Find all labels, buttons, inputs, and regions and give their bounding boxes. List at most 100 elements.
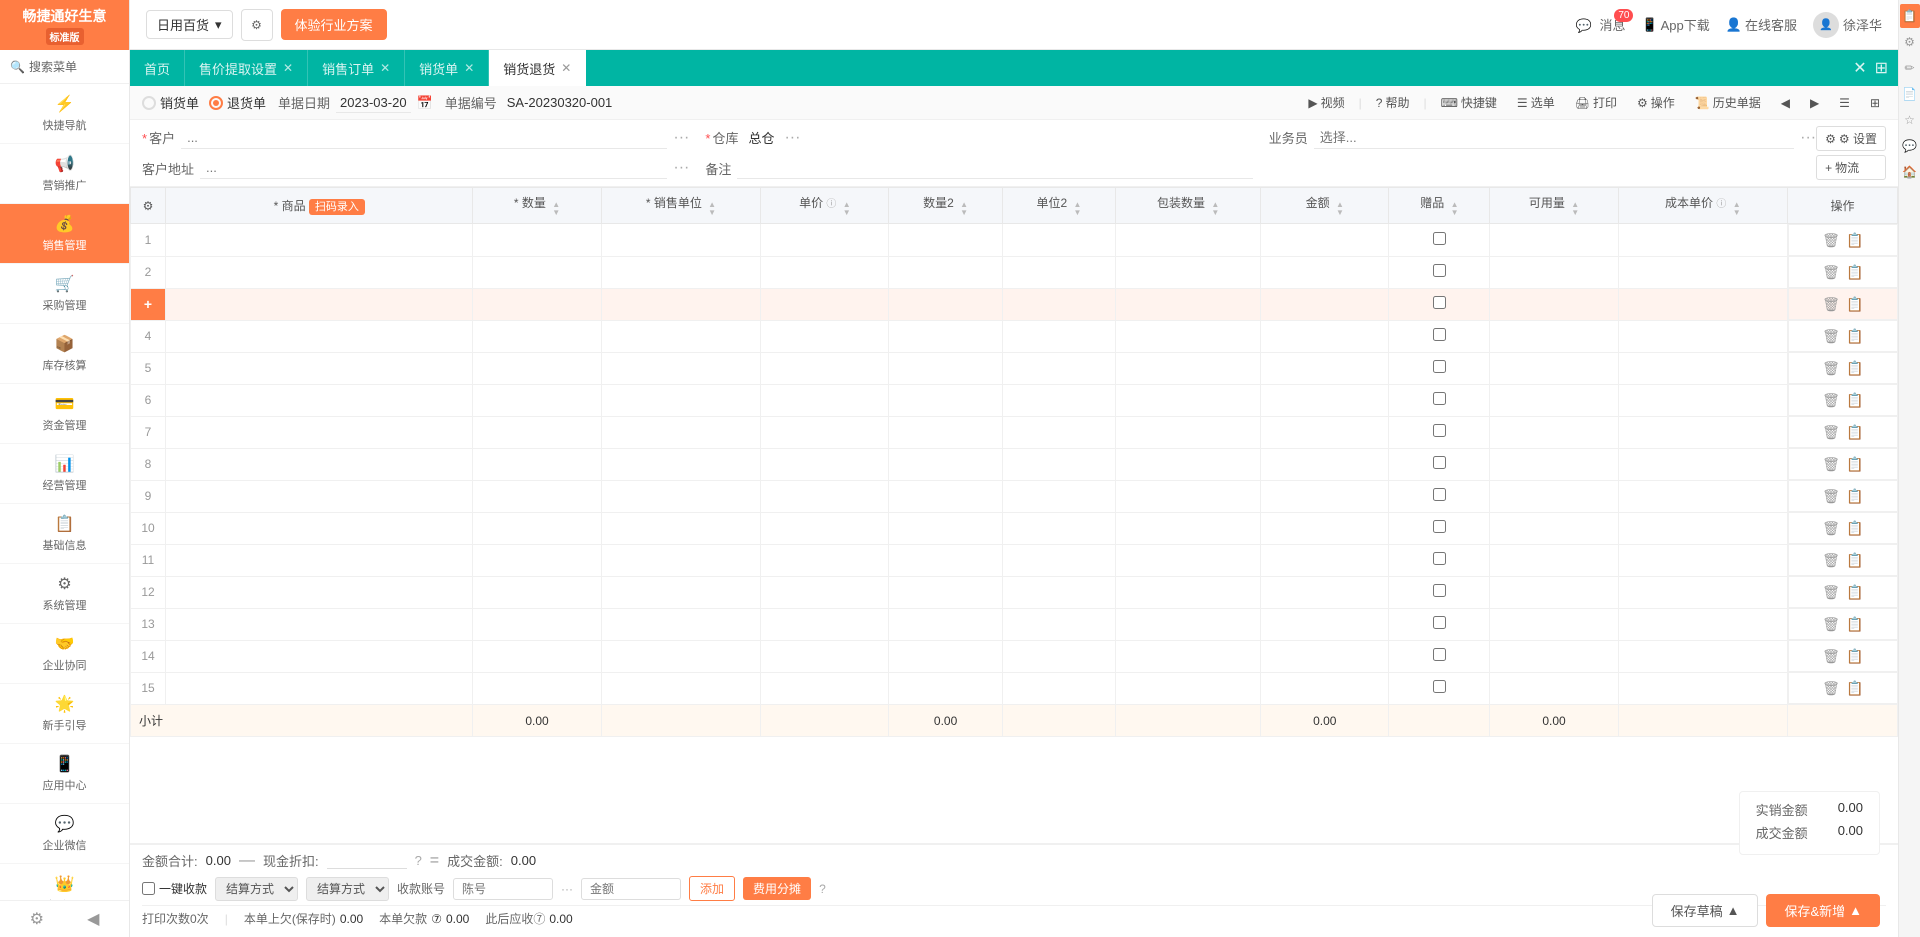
tab-sales-return[interactable]: 销货退货 ✕ [489, 50, 586, 86]
qty2-cell[interactable] [889, 256, 1002, 288]
copy-icon[interactable]: 📋 [1846, 616, 1863, 633]
product-cell[interactable] [166, 224, 473, 257]
staff-input[interactable] [1314, 127, 1794, 149]
delete-icon[interactable]: 🗑 [1822, 392, 1840, 409]
gift-checkbox[interactable] [1433, 232, 1446, 245]
qty2-sort[interactable]: ▲▼ [960, 201, 968, 217]
available-cell[interactable] [1490, 288, 1618, 320]
right-panel-chat-icon[interactable]: 💬 [1900, 134, 1920, 158]
scan-input-btn[interactable]: 扫码录入 [309, 199, 365, 215]
delete-icon[interactable]: 🗑 [1822, 584, 1840, 601]
unit-cell[interactable] [601, 288, 761, 320]
sidebar-settings-icon[interactable]: ⚙ [30, 909, 44, 929]
gift-cell[interactable] [1389, 224, 1490, 257]
pack-qty-cell[interactable] [1116, 256, 1261, 288]
delete-icon[interactable]: 🗑 [1822, 648, 1840, 665]
sidebar-item-operations[interactable]: 📊 经营管理 [0, 444, 129, 504]
date-value[interactable]: 2023-03-20 [336, 93, 411, 113]
sidebar-item-inventory[interactable]: 📦 库存核算 [0, 324, 129, 384]
sidebar-item-finance[interactable]: 💳 资金管理 [0, 384, 129, 444]
sidebar-collapse-icon[interactable]: ◀ [87, 909, 99, 929]
sidebar-item-basic[interactable]: 📋 基础信息 [0, 504, 129, 564]
calendar-icon[interactable]: 📅 [417, 95, 433, 111]
amount-sort[interactable]: ▲▼ [1336, 201, 1344, 217]
sidebar-item-quicknav[interactable]: ⚡ 快捷导航 [0, 84, 129, 144]
gift-checkbox[interactable] [1433, 264, 1446, 277]
available-sort[interactable]: ▲▼ [1571, 201, 1579, 217]
delete-icon[interactable]: 🗑 [1822, 264, 1840, 281]
right-panel-edit-icon[interactable]: ✏ [1900, 56, 1920, 80]
staff-more-btn[interactable]: ··· [1800, 129, 1816, 147]
delete-icon[interactable]: 🗑 [1822, 360, 1840, 377]
amount-cell[interactable] [1261, 256, 1389, 288]
user-menu[interactable]: 👤 徐泽华 [1813, 12, 1882, 38]
available-cell[interactable] [1490, 224, 1618, 257]
delete-icon[interactable]: 🗑 [1822, 296, 1840, 313]
add-row-btn[interactable]: + [137, 293, 159, 315]
pack-qty-cell[interactable] [1116, 288, 1261, 320]
cost-price-cell[interactable] [1618, 288, 1788, 320]
sidebar-item-member[interactable]: 👑 畅会员 [0, 864, 129, 900]
delete-icon[interactable]: 🗑 [1822, 424, 1840, 441]
address-more-btn[interactable]: ··· [673, 159, 689, 177]
delete-icon[interactable]: 🗑 [1822, 680, 1840, 697]
one-click-payment-checkbox[interactable]: 一键收款 [142, 880, 207, 897]
tab-price-setting-close[interactable]: ✕ [283, 61, 293, 75]
select-btn[interactable]: ☰ 选单 [1511, 92, 1561, 113]
delete-icon[interactable]: 🗑 [1822, 488, 1840, 505]
account-input[interactable] [453, 878, 553, 900]
copy-icon[interactable]: 📋 [1846, 648, 1863, 665]
save-new-btn[interactable]: 保存&新增 ▲ [1766, 894, 1880, 927]
copy-icon[interactable]: 📋 [1846, 296, 1863, 313]
delete-icon[interactable]: 🗑 [1822, 456, 1840, 473]
tab-sales-delivery[interactable]: 销货单 ✕ [405, 50, 489, 86]
sidebar-item-system[interactable]: ⚙ 系统管理 [0, 564, 129, 624]
tab-close-all-icon[interactable]: ✕ [1853, 58, 1866, 78]
tab-expand-icon[interactable]: ⊞ [1875, 58, 1888, 78]
cost-price-cell[interactable] [1618, 224, 1788, 257]
delete-icon[interactable]: 🗑 [1822, 520, 1840, 537]
app-download[interactable]: 📱 App下载 [1641, 15, 1709, 34]
copy-icon[interactable]: 📋 [1846, 392, 1863, 409]
history-btn[interactable]: 📜 历史单据 [1689, 92, 1767, 113]
sidebar-item-enterprise[interactable]: 🤝 企业协同 [0, 624, 129, 684]
tab-sales-order[interactable]: 销售订单 ✕ [308, 50, 405, 86]
customer-more-btn[interactable]: ··· [673, 129, 689, 147]
amount-dots[interactable]: ··· [561, 882, 573, 896]
cost-price-cell[interactable] [1618, 256, 1788, 288]
th-settings[interactable]: ⚙ [131, 188, 166, 224]
copy-icon[interactable]: 📋 [1846, 424, 1863, 441]
customer-input[interactable] [181, 127, 667, 149]
copy-icon[interactable]: 📋 [1846, 520, 1863, 537]
unit2-cell[interactable] [1002, 224, 1115, 257]
amount-input[interactable] [581, 878, 681, 900]
add-payment-btn[interactable]: 添加 [689, 876, 735, 901]
print-btn[interactable]: 🖨 打印 [1569, 92, 1623, 113]
amount-cell[interactable] [1261, 288, 1389, 320]
next-btn[interactable]: ▶ [1804, 94, 1825, 112]
copy-icon[interactable]: 📋 [1846, 584, 1863, 601]
quantity-cell[interactable] [473, 224, 601, 257]
logistics-action-btn[interactable]: + 物流 [1816, 155, 1886, 180]
gift-sort[interactable]: ▲▼ [1451, 201, 1459, 217]
settings-action-btn[interactable]: ⚙ ⚙ 设置 [1816, 126, 1886, 151]
quantity-cell[interactable] [473, 256, 601, 288]
sidebar-item-sales[interactable]: 💰 销售管理 [0, 204, 129, 264]
sidebar-item-appstore[interactable]: 📱 应用中心 [0, 744, 129, 804]
view-list-btn[interactable]: ☰ [1833, 94, 1856, 112]
calc-method-select[interactable]: 结算方式 [215, 877, 298, 901]
operate-btn[interactable]: ⚙ 操作 [1631, 92, 1681, 113]
right-panel-settings-icon[interactable]: ⚙ [1900, 30, 1920, 54]
experience-btn[interactable]: 体验行业方案 [281, 9, 387, 40]
video-btn[interactable]: ▶ 视频 [1302, 92, 1350, 113]
copy-icon[interactable]: 📋 [1846, 328, 1863, 345]
radio-delivery[interactable]: 销货单 [142, 93, 199, 112]
warehouse-more-btn[interactable]: ··· [784, 129, 800, 147]
qty2-cell[interactable] [889, 288, 1002, 320]
discount-input[interactable] [327, 853, 407, 869]
remarks-input[interactable] [737, 157, 1252, 179]
right-panel-note-icon[interactable]: 📋 [1900, 4, 1920, 28]
online-service[interactable]: 👤 在线客服 [1726, 15, 1797, 34]
tab-sales-return-close[interactable]: ✕ [561, 61, 571, 75]
delete-icon[interactable]: 🗑 [1822, 232, 1840, 249]
